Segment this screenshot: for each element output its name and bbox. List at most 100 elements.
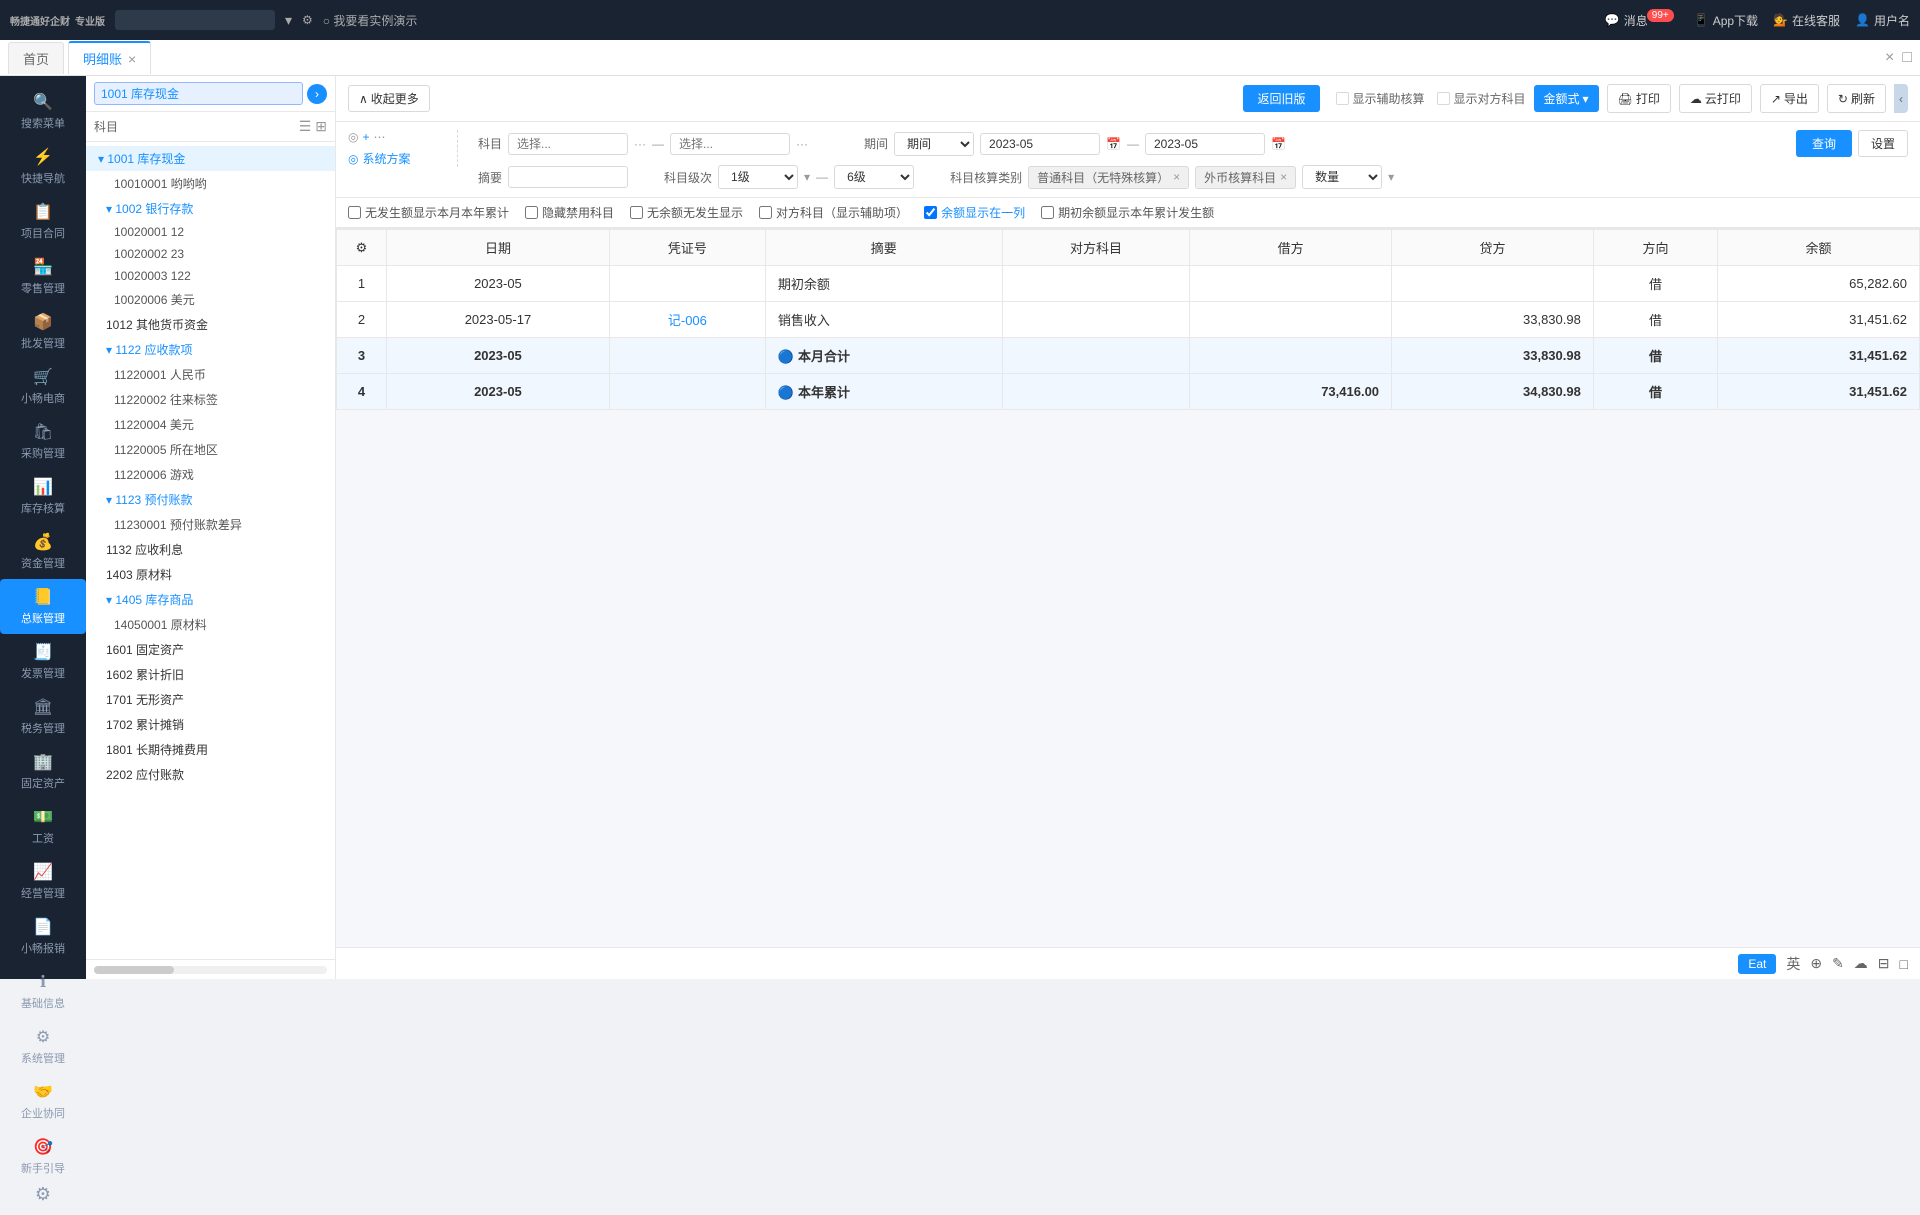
checkbox-opposite-input[interactable] [759,206,772,219]
tree-item-11220006[interactable]: 11220006 游戏 [86,462,335,487]
sidebar-item-salary[interactable]: 💵 工资 [0,799,86,854]
sidebar-item-expense[interactable]: 📄 小畅报销 [0,909,86,964]
refresh-btn[interactable]: ↻ 刷新 [1827,84,1886,113]
sidebar-item-tax[interactable]: 🏛 税务管理 [0,689,86,744]
demo-label[interactable]: 我要看实例演示 [323,12,418,29]
tree-item-1001[interactable]: ▾ 1001 库存现金 [86,146,335,171]
status-minus-icon[interactable]: ⊟ [1878,955,1890,972]
checkbox-balance-col[interactable]: 余额显示在一列 [924,204,1025,221]
tree-item-10020002[interactable]: 10020002 23 [86,243,335,265]
app-download-group[interactable]: 📱 App下载 [1694,12,1758,29]
scheme-settings-icon[interactable]: ⋯ [374,130,386,144]
sidebar-item-wholesale[interactable]: 📦 批发管理 [0,304,86,359]
return-old-btn[interactable]: 返回旧版 [1243,85,1319,112]
td-voucher-2[interactable]: 记-006 [609,302,765,338]
category-tag-normal[interactable]: 普通科目（无特殊核算） × [1028,166,1189,189]
search-dropdown-icon[interactable]: ▾ [285,12,292,29]
checkbox-begin-balance[interactable]: 期初余额显示本年累计发生额 [1041,204,1214,221]
scheme-query-icon[interactable]: ◎ [348,130,358,144]
tree-item-1012[interactable]: 1012 其他货币资金 [86,312,335,337]
sidebar-item-search-menu[interactable]: 🔍 搜索菜单 [0,84,86,139]
voucher-link-2[interactable]: 记-006 [668,313,707,328]
tree-item-11220005[interactable]: 11220005 所在地区 [86,437,335,462]
tree-item-1702[interactable]: 1702 累计摊销 [86,712,335,737]
filter-settings-btn[interactable]: 设置 [1858,130,1908,157]
th-settings[interactable]: ⚙ [337,230,387,266]
tree-item-1123[interactable]: ▾ 1123 预付账款 [86,487,335,512]
level-from-select[interactable]: 1级2级3级 [718,165,798,189]
amount-style-btn[interactable]: 金额式 ▾ [1534,85,1599,112]
right-collapse-btn[interactable]: ‹ [1894,84,1908,113]
user-group[interactable]: 👤 用户名 [1855,12,1910,29]
tree-item-1122[interactable]: ▾ 1122 应收款项 [86,337,335,362]
category-normal-remove[interactable]: × [1173,170,1180,184]
eat-button[interactable]: Eat [1738,954,1776,974]
sidebar-item-system[interactable]: ⚙ 系统管理 [0,1019,86,1074]
period-calendar-icon[interactable]: 📅 [1106,137,1121,151]
print-btn[interactable]: 🖨 打印 [1607,84,1671,113]
status-rect-icon[interactable]: □ [1900,956,1908,972]
checkbox-no-occur[interactable]: 无发生额显示本月本年累计 [348,204,509,221]
tree-item-2202[interactable]: 2202 应付账款 [86,762,335,787]
period-start-input[interactable] [980,133,1100,155]
quantity-select[interactable]: 数量 [1302,165,1382,189]
tree-item-11220002[interactable]: 11220002 往来标签 [86,387,335,412]
scheme-add-icon[interactable]: + [362,130,369,144]
message-group[interactable]: 💬 消息 99+ [1605,12,1679,29]
cloud-print-btn[interactable]: ☁ 云打印 [1679,84,1752,113]
sidebar-item-inventory[interactable]: 📊 库存核算 [0,469,86,524]
sidebar-item-ledger[interactable]: 📒 总账管理 [0,579,86,634]
checkbox-balance-col-input[interactable] [924,206,937,219]
global-search-input[interactable] [115,10,275,30]
tree-item-1403[interactable]: 1403 原材料 [86,562,335,587]
status-edit-icon[interactable]: ✎ [1832,955,1844,972]
tree-horizontal-scrollbar[interactable] [94,966,327,974]
tree-item-10020006[interactable]: 10020006 美元 [86,287,335,312]
tree-expand-icon[interactable]: ⊞ [315,118,327,135]
query-btn[interactable]: 查询 [1796,130,1852,157]
tab-home[interactable]: 首页 [8,42,64,74]
tree-item-10020001[interactable]: 10020001 12 [86,221,335,243]
checkbox-begin-balance-input[interactable] [1041,206,1054,219]
sidebar-item-assets[interactable]: 🏢 固定资产 [0,744,86,799]
status-plus-icon[interactable]: ⊕ [1810,955,1822,972]
selected-account-display[interactable]: 1001 库存现金 [94,82,303,105]
tab-ledger[interactable]: 明细账 × [68,41,151,74]
tree-item-1405[interactable]: ▾ 1405 库存商品 [86,587,335,612]
subject-to-input[interactable] [670,133,790,155]
sidebar-item-invoice[interactable]: 🧾 发票管理 [0,634,86,689]
checkbox-no-balance-input[interactable] [630,206,643,219]
sidebar-item-ecommerce[interactable]: 🛒 小畅电商 [0,359,86,414]
level-to-select[interactable]: 6级5级4级 [834,165,914,189]
checkbox-opposite-subject[interactable]: 对方科目（显示辅助项） [759,204,908,221]
sidebar-settings-icon[interactable]: ⚙ [27,1176,59,1212]
summary-input[interactable] [508,166,628,188]
tree-item-14050001[interactable]: 14050001 原材料 [86,612,335,637]
sidebar-item-purchase[interactable]: 🛍 采购管理 [0,414,86,469]
settings-icon[interactable]: ⚙ [302,13,313,27]
sidebar-item-retail[interactable]: 🏪 零售管理 [0,249,86,304]
tree-item-1002[interactable]: ▾ 1002 银行存款 [86,196,335,221]
sidebar-item-project[interactable]: 📋 项目合同 [0,194,86,249]
collapse-filter-btn[interactable]: ∧ 收起更多 [348,85,430,112]
tree-item-1602[interactable]: 1602 累计折旧 [86,662,335,687]
tree-item-11230001[interactable]: 11230001 预付账款差异 [86,512,335,537]
checkbox-no-occur-input[interactable] [348,206,361,219]
category-tag-foreign[interactable]: 外币核算科目 × [1195,166,1296,189]
category-foreign-remove[interactable]: × [1280,170,1287,184]
tree-item-10020003[interactable]: 10020003 122 [86,265,335,287]
tree-item-10010001[interactable]: 10010001 哟哟哟 [86,171,335,196]
period-type-select[interactable]: 期间 月份 [894,132,974,156]
show-aux-checkbox[interactable]: 显示辅助核算 [1336,90,1425,107]
checkbox-hide-disabled-input[interactable] [525,206,538,219]
status-cloud-icon[interactable]: ☁ [1854,955,1868,972]
period-end-input[interactable] [1145,133,1265,155]
tree-item-1801[interactable]: 1801 长期待摊费用 [86,737,335,762]
tree-item-1701[interactable]: 1701 无形资产 [86,687,335,712]
window-close-icon[interactable]: × [1885,49,1894,67]
sidebar-item-operation[interactable]: 📈 经营管理 [0,854,86,909]
checkbox-no-balance[interactable]: 无余额无发生显示 [630,204,743,221]
tree-item-11220004[interactable]: 11220004 美元 [86,412,335,437]
online-service-group[interactable]: 💁 在线客服 [1773,12,1840,29]
sidebar-item-capital[interactable]: 💰 资金管理 [0,524,86,579]
